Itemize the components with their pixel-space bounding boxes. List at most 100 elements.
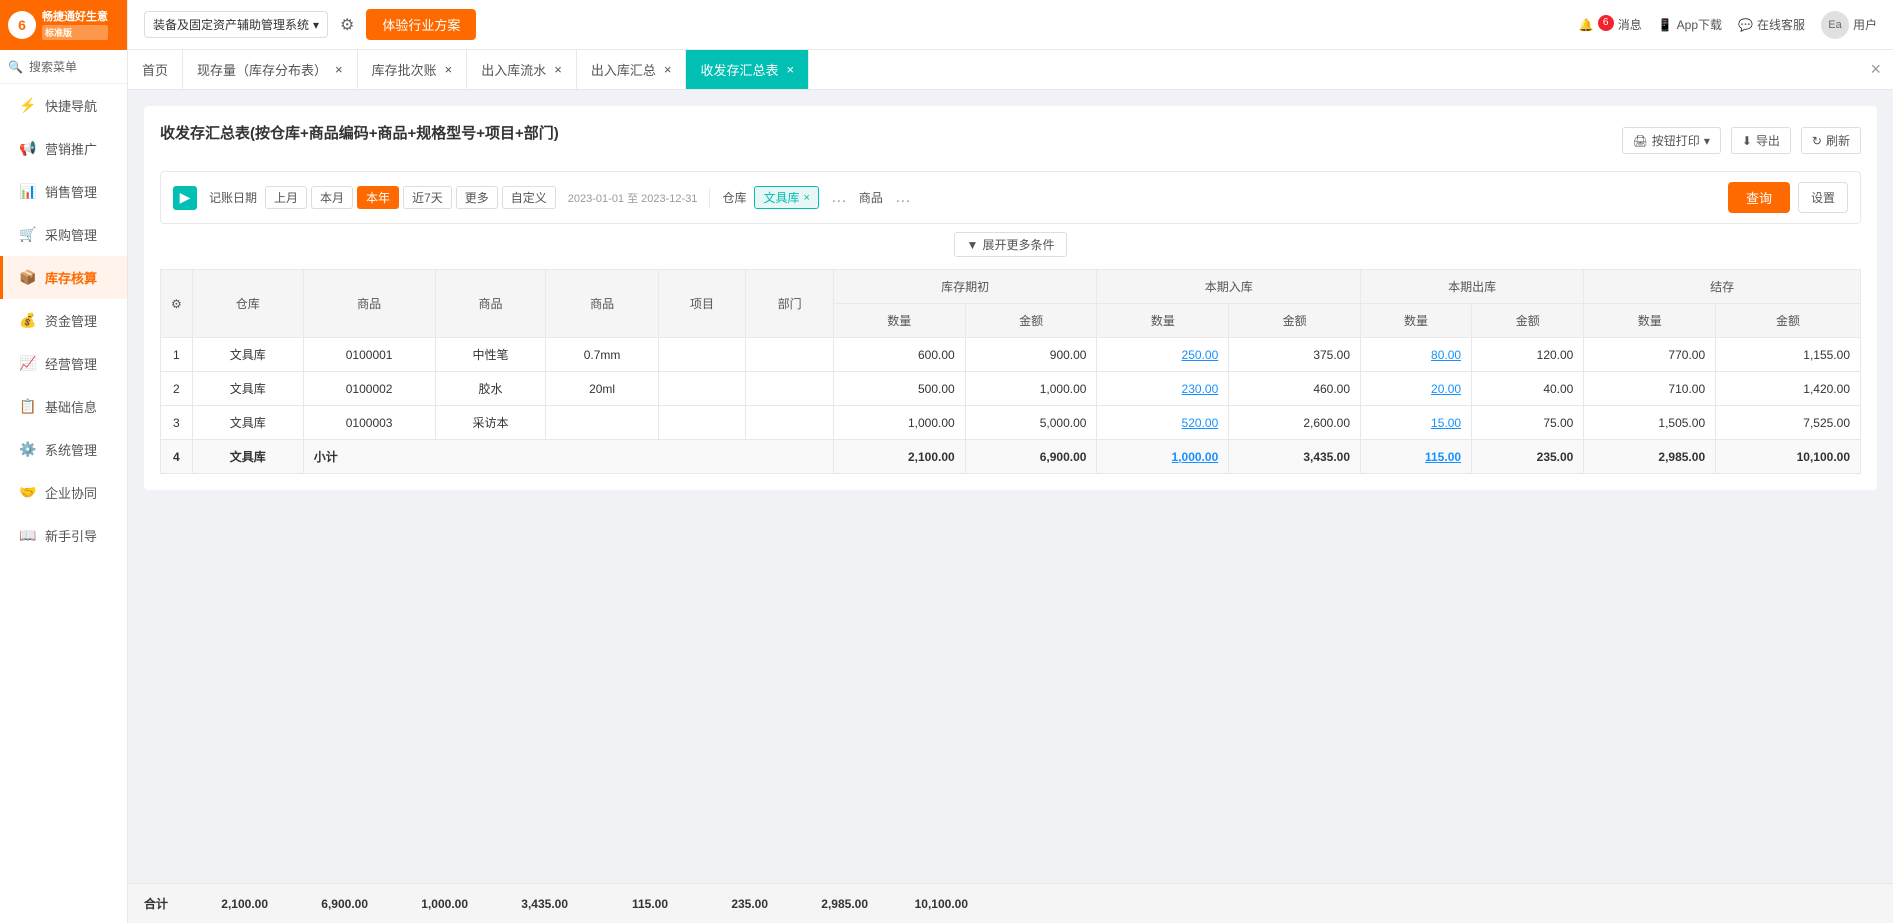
filter-settings-btn[interactable]: 设置 [1798,182,1848,213]
app-download-label: App下载 [1677,16,1722,33]
date-more-btn[interactable]: 更多 [456,186,498,209]
date-current-month-btn[interactable]: 本月 [311,186,353,209]
export-icon: ⬇ [1742,134,1752,148]
experience-btn[interactable]: 体验行业方案 [366,9,476,40]
sidebar-item-finance[interactable]: 💰 资金管理 [0,299,127,342]
tab-batch-ledger[interactable]: 库存批次账 × [358,50,468,89]
warehouse-tag[interactable]: 文具库 × [754,186,818,209]
total-out-amt: 235.00 [688,897,768,911]
sidebar-item-basic-info[interactable]: 📋 基础信息 [0,385,127,428]
total-label: 合计 [144,895,168,912]
app-download-btn[interactable]: 📱 App下载 [1658,16,1722,33]
cell-name: 胶水 [435,372,546,406]
cell-closing-qty: 770.00 [1584,338,1716,372]
notifications-btn[interactable]: 🔔 6 消息 [1579,16,1642,33]
sidebar-item-quick-nav[interactable]: ⚡ 快捷导航 [0,84,127,127]
export-btn[interactable]: ⬇ 导出 [1731,127,1791,154]
user-menu[interactable]: Ea 用户 [1821,11,1877,39]
cell-spec [546,406,658,440]
topbar-left: 装备及固定资产辅助管理系统 ▾ ⚙ 体验行业方案 [144,9,476,40]
tab-inventory-distribution[interactable]: 现存量（库存分布表） × [183,50,358,89]
search-icon: 🔍 [8,60,23,74]
close-tab-icon[interactable]: × [335,62,343,77]
expand-more-btn[interactable]: ▼ 展开更多条件 [954,232,1068,257]
settings-icon[interactable]: ⚙ [340,15,354,35]
total-out-qty: 115.00 [588,897,668,911]
tab-home[interactable]: 首页 [128,50,183,89]
subtotal-closing-amt: 10,100.00 [1716,440,1861,474]
cell-opening-qty: 500.00 [833,372,965,406]
goods-filter-label: 商品 [859,189,883,206]
sidebar-item-operations[interactable]: 📈 经营管理 [0,342,127,385]
filter-actions: 查询 设置 [1728,182,1848,213]
expand-label: 展开更多条件 [982,236,1054,253]
system-selector[interactable]: 装备及固定资产辅助管理系统 ▾ [144,11,328,38]
sidebar-item-guide[interactable]: 📖 新手引导 [0,514,127,557]
tab-recv-send-summary[interactable]: 收发存汇总表 × [686,50,809,89]
cell-in-qty[interactable]: 250.00 [1097,338,1229,372]
tab-label: 出入库流水 [481,60,546,79]
cell-opening-amt: 1,000.00 [965,372,1097,406]
cell-in-amt: 375.00 [1229,338,1361,372]
sidebar-item-label: 营销推广 [45,139,97,158]
th-settings: ⚙ [161,270,193,338]
cell-no: 1 [161,338,193,372]
warehouse-more-icon[interactable]: … [831,189,847,207]
sidebar-item-inventory[interactable]: 📦 库存核算 [0,256,127,299]
cell-project [658,338,746,372]
refresh-btn[interactable]: ↻ 刷新 [1801,127,1861,154]
th-opening-qty: 数量 [833,304,965,338]
warehouse-tag-close-icon[interactable]: × [803,192,809,204]
online-service-btn[interactable]: 💬 在线客服 [1738,16,1805,33]
sidebar-item-system[interactable]: ⚙️ 系统管理 [0,428,127,471]
tab-label: 现存量（库存分布表） [197,60,327,79]
filter-divider [709,188,710,208]
close-tab-icon[interactable]: × [664,62,672,77]
print-btn[interactable]: 🖨 按钮打印 ▾ [1622,127,1721,154]
sidebar-item-purchase[interactable]: 🛒 采购管理 [0,213,127,256]
close-tab-icon[interactable]: × [554,62,562,77]
subtotal-in-amt: 3,435.00 [1229,440,1361,474]
goods-more-icon[interactable]: … [895,189,911,207]
date-recent7-btn[interactable]: 近7天 [403,186,452,209]
cell-in-qty[interactable]: 520.00 [1097,406,1229,440]
cell-out-qty[interactable]: 15.00 [1361,406,1472,440]
sidebar-item-sales[interactable]: 📊 销售管理 [0,170,127,213]
user-label: 用户 [1853,16,1877,33]
sidebar-item-cooperation[interactable]: 🤝 企业协同 [0,471,127,514]
cell-out-amt: 75.00 [1472,406,1584,440]
subtotal-opening-amt: 6,900.00 [965,440,1097,474]
cell-opening-amt: 5,000.00 [965,406,1097,440]
cell-in-qty[interactable]: 230.00 [1097,372,1229,406]
th-goods-spec: 商品 [546,270,658,338]
query-btn[interactable]: 查询 [1728,182,1790,213]
warehouse-filter-label: 仓库 [722,189,746,206]
cell-out-amt: 40.00 [1472,372,1584,406]
close-tab-icon[interactable]: × [445,62,453,77]
sidebar-search[interactable]: 🔍 搜索菜单 [0,50,127,84]
filter-toggle-btn[interactable]: ▶ [173,186,197,210]
th-goods-name: 商品 [435,270,546,338]
sidebar-item-marketing[interactable]: 📢 营销推广 [0,127,127,170]
logo-name: 畅捷通好生意 [42,10,108,24]
date-current-year-btn[interactable]: 本年 [357,186,399,209]
logo-icon: 6 [8,11,36,39]
subtotal-no: 4 [161,440,193,474]
cell-out-qty[interactable]: 20.00 [1361,372,1472,406]
cell-dept [746,338,834,372]
table-row: 3 文具库 0100003 采访本 1,000.00 5,000.00 520.… [161,406,1861,440]
cell-spec: 0.7mm [546,338,658,372]
tab-label: 收发存汇总表 [700,60,778,79]
total-closing-qty: 2,985.00 [788,897,868,911]
close-tab-icon[interactable]: × [786,62,794,77]
warehouse-filter-group: 仓库 文具库 × … [722,186,846,209]
date-upper-month-btn[interactable]: 上月 [265,186,307,209]
close-all-tabs-btn[interactable]: × [1858,50,1893,89]
tab-summary[interactable]: 出入库汇总 × [577,50,687,89]
date-custom-btn[interactable]: 自定义 [502,186,556,209]
subtotal-row: 4 文具库 小计 2,100.00 6,900.00 1,000.00 3,43… [161,440,1861,474]
tab-flow[interactable]: 出入库流水 × [467,50,577,89]
cell-project [658,372,746,406]
th-project: 项目 [658,270,746,338]
cell-out-qty[interactable]: 80.00 [1361,338,1472,372]
